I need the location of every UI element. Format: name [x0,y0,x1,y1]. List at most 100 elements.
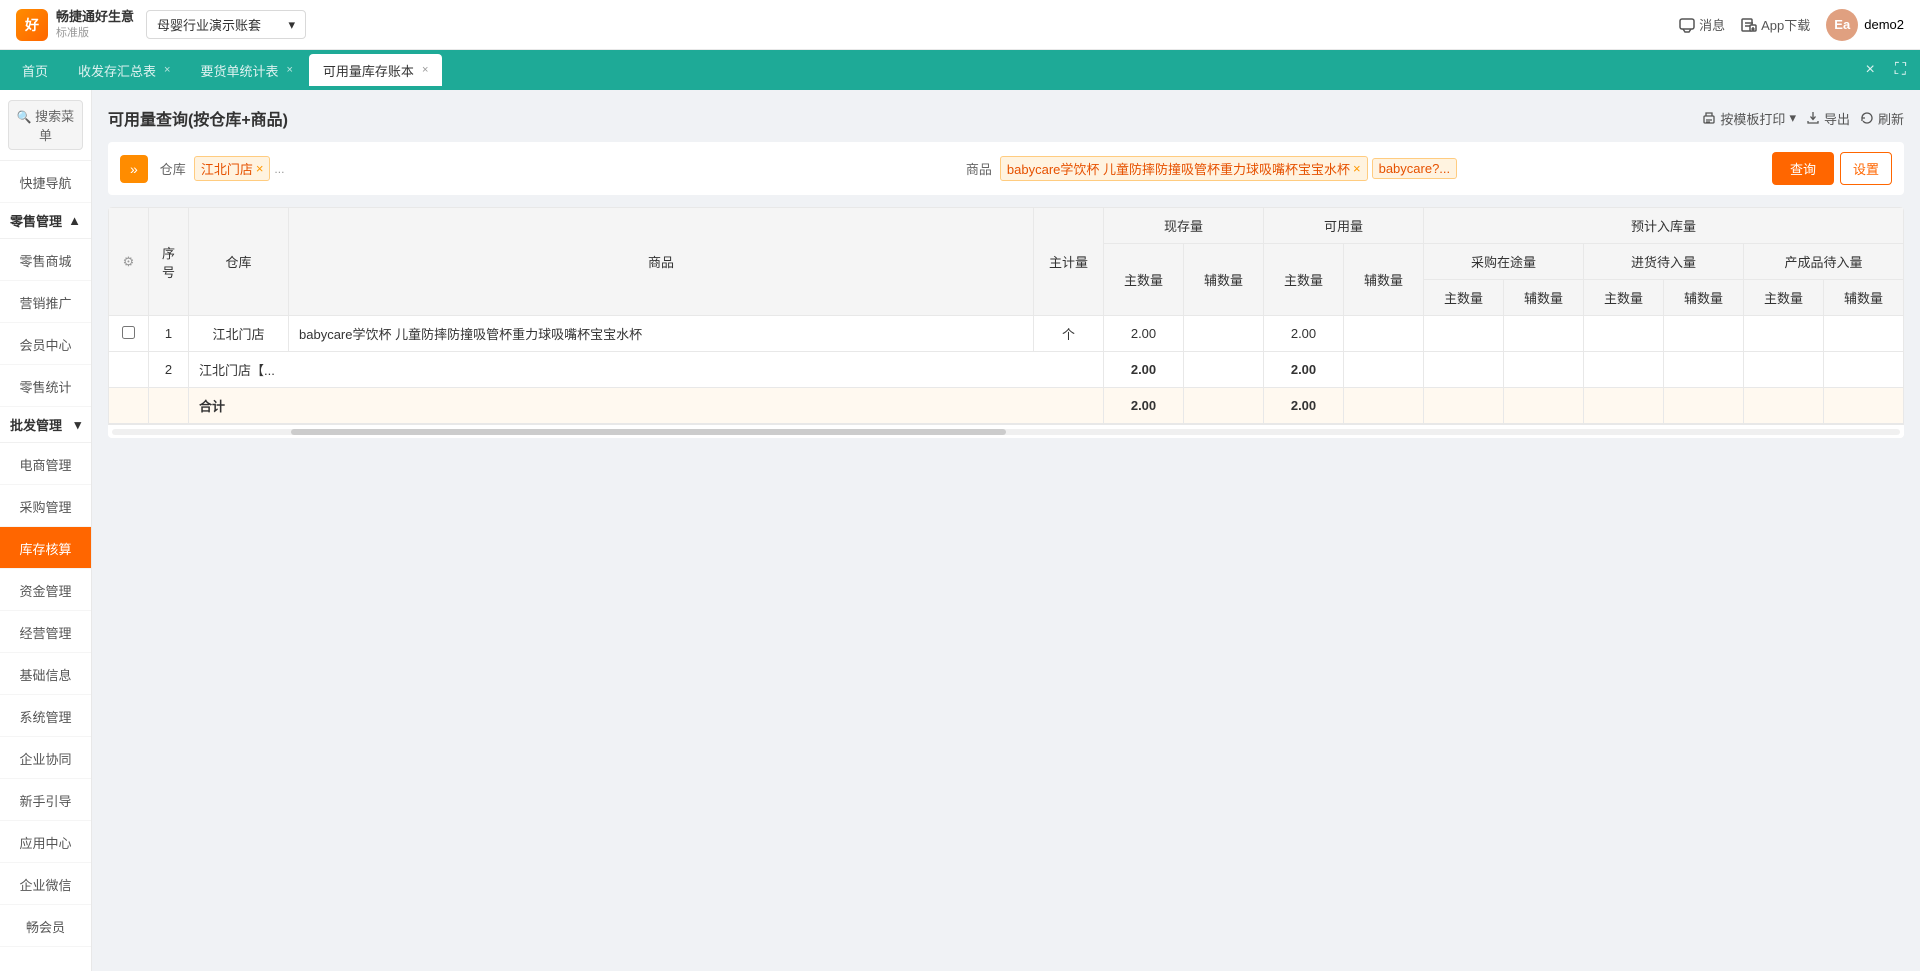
query-button[interactable]: 查询 [1772,152,1834,185]
chevron-icon: ▲ [68,213,81,228]
refresh-icon [1860,111,1874,125]
top-bar-left: 好 畅捷通好生意 标准版 母婴行业演示账套 ▾ [16,9,306,41]
sidebar-item-guide[interactable]: 新手引导 [0,779,91,821]
warehouse-more[interactable]: ... [274,162,284,176]
sidebar-section-retail[interactable]: 零售管理 ▲ [0,203,91,239]
row-incoming-main [1584,316,1664,352]
row-purchase-aux [1504,316,1584,352]
col-stock-aux-header: 辅数量 [1184,244,1264,316]
message-button[interactable]: 消息 [1679,15,1725,34]
col-warehouse-header: 仓库 [189,208,289,316]
sidebar-item-retail-shop[interactable]: 零售商城 [0,239,91,281]
col-production-main-header: 主数量 [1744,280,1824,316]
sidebar-item-inventory[interactable]: 库存核算 [0,527,91,569]
download-icon [1741,17,1757,33]
tab-receive[interactable]: 收发存汇总表 × [64,54,184,86]
user-menu[interactable]: Ea demo2 [1826,9,1904,41]
subtotal-avail-main: 2.00 [1264,352,1344,388]
warehouse-tag[interactable]: 江北门店 × [194,156,271,181]
tab-home[interactable]: 首页 [8,54,62,86]
tab-order-close[interactable]: × [286,64,292,76]
sidebar-item-basic[interactable]: 基础信息 [0,653,91,695]
sidebar-item-operations[interactable]: 经营管理 [0,611,91,653]
print-button[interactable]: 按模板打印 ▾ [1702,109,1796,128]
industry-selector[interactable]: 母婴行业演示账套 ▾ [146,10,306,39]
row-production-aux [1824,316,1904,352]
row-avail-main: 2.00 [1264,316,1344,352]
sidebar-item-appcenter[interactable]: 应用中心 [0,821,91,863]
col-purchase-aux-header: 辅数量 [1504,280,1584,316]
warehouse-tag-close[interactable]: × [256,161,264,176]
download-button[interactable]: App下载 [1741,15,1810,34]
col-planned-header: 预计入库量 [1424,208,1904,244]
col-production-header: 产成品待入量 [1744,244,1904,280]
product-tag-1-close[interactable]: × [1353,161,1361,176]
top-bar: 好 畅捷通好生意 标准版 母婴行业演示账套 ▾ 消息 App下载 Ea demo… [0,0,1920,50]
tab-inventory-close[interactable]: × [422,64,428,76]
sidebar-item-system[interactable]: 系统管理 [0,695,91,737]
row-no: 1 [149,316,189,352]
page-actions: 按模板打印 ▾ 导出 刷新 [1702,109,1904,128]
tab-order[interactable]: 要货单统计表 × [186,54,306,86]
sidebar-item-quicknav[interactable]: 快捷导航 [0,161,91,203]
sidebar-item-member[interactable]: 会员中心 [0,323,91,365]
sidebar-item-purchase[interactable]: 采购管理 [0,485,91,527]
subtotal-stock-main: 2.00 [1104,352,1184,388]
scrollbar-thumb[interactable] [291,429,1006,435]
tab-expand-button[interactable]: ⛶ [1889,59,1912,81]
sidebar: 🔍 搜索菜单 快捷导航 零售管理 ▲ 零售商城 营销推广 会员中心 零售统计 批… [0,90,92,971]
sidebar-item-marketing[interactable]: 营销推广 [0,281,91,323]
sidebar-item-enterprise[interactable]: 企业协同 [0,737,91,779]
row-incoming-aux [1664,316,1744,352]
sidebar-item-retail-stats[interactable]: 零售统计 [0,365,91,407]
gear-icon[interactable]: ⚙ [120,253,138,271]
subtotal-label: 江北门店【... [189,352,1104,388]
sidebar-item-ecommerce[interactable]: 电商管理 [0,443,91,485]
avatar: Ea [1826,9,1858,41]
table-row: 1 江北门店 babycare学饮杯 儿童防摔防撞吸管杯重力球吸嘴杯宝宝水杯 个… [109,316,1904,352]
tab-receive-close[interactable]: × [164,64,170,76]
export-button[interactable]: 导出 [1806,109,1850,128]
warehouse-filter-tags: 江北门店 × ... [194,156,285,181]
col-incoming-header: 进货待入量 [1584,244,1744,280]
subtotal-row: 2 江北门店【... 2.00 2.00 [109,352,1904,388]
filter-toggle-button[interactable]: » [120,155,148,183]
product-filter-tags: babycare学饮杯 儿童防摔防撞吸管杯重力球吸嘴杯宝宝水杯 × babyca… [1000,156,1457,181]
sidebar-section-wholesale[interactable]: 批发管理 ▾ [0,407,91,443]
row-purchase-main [1424,316,1504,352]
settings-button[interactable]: 设置 [1840,152,1892,185]
data-table: ⚙ 序号 仓库 商品 主计量 现存量 可用量 预计入库量 主数量 辅数量 主数量 [108,207,1904,424]
product-tag-1[interactable]: babycare学饮杯 儿童防摔防撞吸管杯重力球吸嘴杯宝宝水杯 × [1000,156,1368,181]
sidebar-item-finance[interactable]: 资金管理 [0,569,91,611]
col-incoming-aux-header: 辅数量 [1664,280,1744,316]
logo-icon: 好 [16,9,48,41]
subtotal-no: 2 [149,352,189,388]
subtotal-check [109,352,149,388]
top-bar-right: 消息 App下载 Ea demo2 [1679,9,1904,41]
refresh-button[interactable]: 刷新 [1860,109,1904,128]
row-stock-main: 2.00 [1104,316,1184,352]
row-check[interactable] [109,316,149,352]
message-icon [1679,17,1695,33]
filter-product-group: 商品 babycare学饮杯 儿童防摔防撞吸管杯重力球吸嘴杯宝宝水杯 × bab… [966,156,1760,181]
search-menu-button[interactable]: 🔍 搜索菜单 [8,100,83,150]
col-check-header: ⚙ [109,208,149,316]
logo-text: 畅捷通好生意 标准版 [56,9,134,40]
row-product: babycare学饮杯 儿童防摔防撞吸管杯重力球吸嘴杯宝宝水杯 [289,316,1034,352]
tab-inventory[interactable]: 可用量库存账本 × [309,54,442,86]
tab-close-all-button[interactable]: × [1859,59,1880,81]
page-title: 可用量查询(按仓库+商品) [108,106,288,130]
row-checkbox[interactable] [122,326,135,339]
row-stock-aux [1184,316,1264,352]
col-incoming-main-header: 主数量 [1584,280,1664,316]
total-label: 合计 [189,388,1104,424]
sidebar-item-changyuanmember[interactable]: 畅会员 [0,905,91,947]
product-tag-2[interactable]: babycare?... [1372,158,1458,179]
sidebar-item-wecom[interactable]: 企业微信 [0,863,91,905]
content-area: 可用量查询(按仓库+商品) 按模板打印 ▾ 导出 刷新 » [92,90,1920,971]
print-icon [1702,111,1716,125]
col-production-aux-header: 辅数量 [1824,280,1904,316]
horizontal-scrollbar[interactable] [108,424,1904,438]
col-stock-header: 现存量 [1104,208,1264,244]
main-layout: 🔍 搜索菜单 快捷导航 零售管理 ▲ 零售商城 营销推广 会员中心 零售统计 批… [0,90,1920,971]
